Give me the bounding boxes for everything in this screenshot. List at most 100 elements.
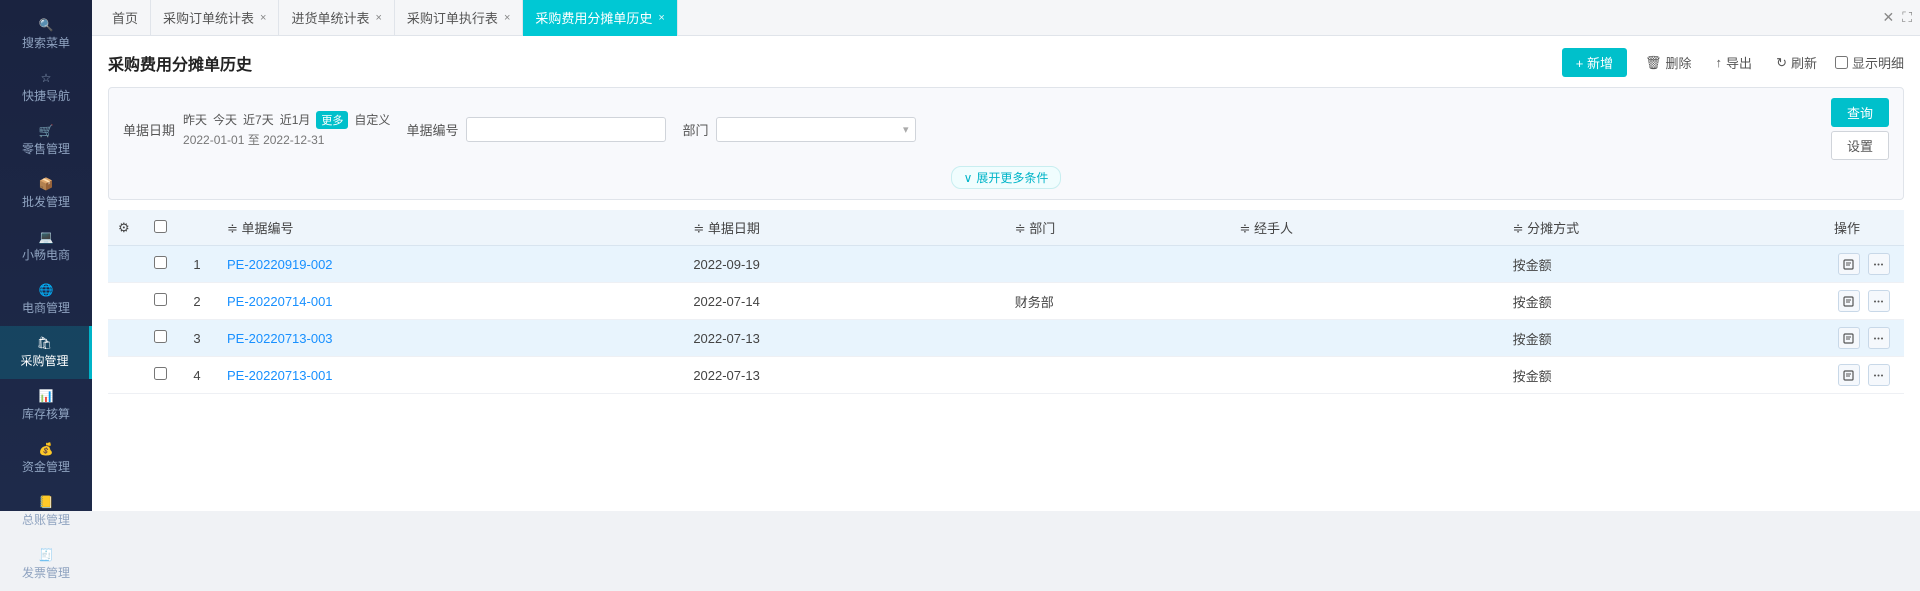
row-checkbox-2[interactable] [154,330,167,343]
dept-label: 部门 [682,120,708,139]
setting-button[interactable]: 设置 [1831,131,1889,160]
sidebar-item-search[interactable]: 🔍 搜索菜单 [0,8,92,61]
tab-purchase-cost-split-close[interactable]: × [658,12,664,24]
sidebar-item-ecommerce[interactable]: 🌐 电商管理 [0,273,92,326]
order-no-label: 单据编号 [406,120,458,139]
shortcut-today[interactable]: 今天 [213,111,237,128]
add-button[interactable]: + 新增 [1562,48,1627,77]
tab-purchase-cost-split-label: 采购费用分摊单历史 [535,8,652,27]
refresh-button[interactable]: ↻ 刷新 [1770,50,1823,75]
sidebar-item-ledger-label: 总账管理 [4,511,88,528]
th-handler[interactable]: ≑ 经手人 [1229,210,1502,246]
tab-goods-stats-close[interactable]: × [375,12,381,24]
check-all-input[interactable] [154,220,167,233]
tab-purchase-cost-split[interactable]: 采购费用分摊单历史 × [523,0,677,36]
td-num-2: 3 [177,320,217,357]
sidebar-item-inventory-label: 库存核算 [4,405,88,422]
shortcut-1month[interactable]: 近1月 [280,111,311,128]
sidebar-item-shortcut[interactable]: ☆ 快捷导航 [0,61,92,114]
tab-goods-stats[interactable]: 进货单统计表 × [279,0,394,36]
order-no-link-1[interactable]: PE-20220714-001 [227,294,333,309]
sidebar-item-xiaopang[interactable]: 💻 小畅电商 [0,220,92,273]
td-dept-0 [1005,246,1230,283]
th-order-no-label: ≑ 单据编号 [227,218,294,237]
tab-purchase-order-stats[interactable]: 采购订单统计表 × [151,0,279,36]
sidebar-item-invoice[interactable]: 🧾 发票管理 [0,538,92,591]
op-view-1[interactable] [1838,290,1860,312]
shortcut-more[interactable]: 更多 [316,111,348,129]
sidebar-item-invoice-label: 发票管理 [4,564,88,581]
invoice-icon: 🧾 [4,548,88,562]
sidebar-item-inventory[interactable]: 📊 库存核算 [0,379,92,432]
order-no-input[interactable] [466,117,666,142]
td-date-0: 2022-09-19 [683,246,1004,283]
tab-purchase-order-exec-close[interactable]: × [504,12,510,24]
tab-home[interactable]: 首页 [100,0,151,36]
op-more-2[interactable] [1868,327,1890,349]
td-handler-2 [1229,320,1502,357]
op-view-3[interactable] [1838,364,1860,386]
show-details-input[interactable] [1835,56,1848,69]
date-value: 2022-01-01 至 2022-12-31 [183,131,390,148]
th-split-method[interactable]: ≑ 分摊方式 [1503,210,1824,246]
sidebar-item-search-label: 搜索菜单 [4,34,88,51]
sidebar-item-ledger[interactable]: 📒 总账管理 [0,485,92,538]
sidebar-item-retail[interactable]: 🛒 零售管理 [0,114,92,167]
table-row: 2 PE-20220714-001 2022-07-14 财务部 按金额 [108,283,1904,320]
td-ops-0 [1824,246,1904,283]
tab-purchase-order-exec[interactable]: 采购订单执行表 × [395,0,523,36]
shortcut-7days[interactable]: 近7天 [243,111,274,128]
td-order-no-0: PE-20220919-002 [217,246,683,283]
op-view-0[interactable] [1838,253,1860,275]
data-table: ⚙ ≑ 单据编号 ≑ 单据日期 [108,210,1904,394]
delete-button[interactable]: 🗑 删除 [1639,50,1698,75]
order-no-link-2[interactable]: PE-20220713-003 [227,331,333,346]
sidebar-item-finance-label: 资金管理 [4,458,88,475]
row-checkbox-0[interactable] [154,256,167,269]
sidebar-item-purchase[interactable]: 🛍 采购管理 [0,326,92,379]
dept-field: 部门 [682,117,916,142]
td-dept-2 [1005,320,1230,357]
shortcut-yesterday[interactable]: 昨天 [183,111,207,128]
show-details-checkbox[interactable]: 显示明细 [1835,53,1904,72]
shortcut-custom[interactable]: 自定义 [354,111,390,128]
op-view-2[interactable] [1838,327,1860,349]
expand-row: ∨ 展开更多条件 [123,166,1889,189]
row-checkbox-3[interactable] [154,367,167,380]
search-bar: 单据日期 昨天 今天 近7天 近1月 更多 自定义 2022-01-01 至 2… [108,87,1904,200]
td-check-2[interactable] [144,320,177,357]
th-date[interactable]: ≑ 单据日期 [683,210,1004,246]
expand-button[interactable]: ∨ 展开更多条件 [951,166,1062,189]
retail-icon: 🛒 [4,124,88,138]
th-gear[interactable]: ⚙ [108,210,144,246]
th-order-no[interactable]: ≑ 单据编号 [217,210,683,246]
op-more-0[interactable] [1868,253,1890,275]
dept-input[interactable] [716,117,916,142]
tab-home-label: 首页 [112,8,138,27]
query-button[interactable]: 查询 [1831,98,1889,127]
tab-bar: 首页 采购订单统计表 × 进货单统计表 × 采购订单执行表 × 采购费用分摊单历… [92,0,1920,36]
query-buttons: 查询 设置 [1831,98,1889,160]
op-more-1[interactable] [1868,290,1890,312]
sidebar-item-finance[interactable]: 💰 资金管理 [0,432,92,485]
td-check-0[interactable] [144,246,177,283]
op-more-3[interactable] [1868,364,1890,386]
sidebar-item-wholesale[interactable]: 📦 批发管理 [0,167,92,220]
th-dept[interactable]: ≑ 部门 [1005,210,1230,246]
window-maximize-icon[interactable]: ⛶ [1902,9,1912,26]
order-no-link-3[interactable]: PE-20220713-001 [227,368,333,383]
td-check-3[interactable] [144,357,177,394]
td-check-1[interactable] [144,283,177,320]
chevron-down-icon: ∨ [964,171,973,185]
toolbar: + 新增 🗑 删除 ↑ 导出 ↻ 刷新 显示明细 [1562,48,1904,77]
window-close-icon[interactable]: ✕ [1882,9,1894,26]
export-label: 导出 [1726,53,1752,72]
sidebar-item-xiaopang-label: 小畅电商 [4,246,88,263]
order-no-link-0[interactable]: PE-20220919-002 [227,257,333,272]
tab-purchase-order-stats-close[interactable]: × [260,12,266,24]
refresh-label: 刷新 [1791,53,1817,72]
export-button[interactable]: ↑ 导出 [1710,50,1759,75]
row-checkbox-1[interactable] [154,293,167,306]
td-date-1: 2022-07-14 [683,283,1004,320]
order-no-field: 单据编号 [406,117,666,142]
